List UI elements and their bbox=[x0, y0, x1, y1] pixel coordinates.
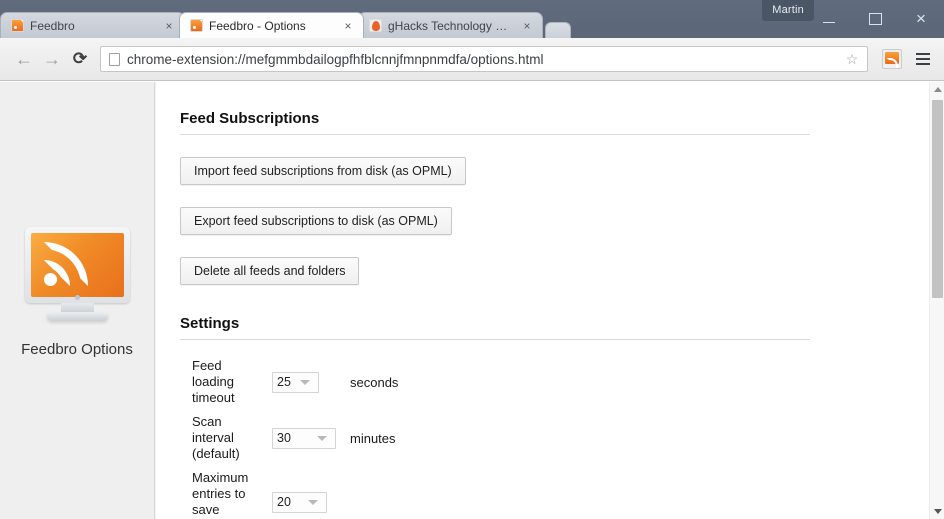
feed-subscriptions-heading: Feed Subscriptions bbox=[180, 110, 810, 135]
minimize-button[interactable] bbox=[806, 0, 852, 38]
back-arrow-icon[interactable]: ← bbox=[10, 45, 38, 73]
tab-ghacks-technology-news[interactable]: gHacks Technology News × bbox=[358, 12, 543, 38]
browser-window: Martin × Feedbro × Feedbro - Options × g… bbox=[0, 0, 944, 519]
tab-title: Feedbro - Options bbox=[209, 18, 306, 33]
settings-heading: Settings bbox=[180, 315, 810, 340]
reload-icon[interactable]: ⟳ bbox=[66, 45, 94, 73]
settings-table: Feed loading timeout 25 seconds Scan int… bbox=[180, 354, 398, 519]
rss-favicon-icon bbox=[190, 19, 203, 32]
setting-unit: minutes bbox=[350, 430, 396, 446]
tab-close-icon[interactable]: × bbox=[520, 19, 534, 33]
options-sidebar: Feedbro Options bbox=[0, 82, 155, 519]
forward-arrow-icon[interactable]: → bbox=[38, 45, 66, 73]
tab-close-icon[interactable]: × bbox=[162, 19, 176, 33]
address-bar[interactable]: chrome-extension://mefgmmbdailogpfhfblcn… bbox=[100, 46, 868, 72]
export-feed-subscriptions-button[interactable]: Export feed subscriptions to disk (as OP… bbox=[180, 207, 452, 235]
tab-title: gHacks Technology News bbox=[388, 18, 512, 33]
setting-unit: seconds bbox=[350, 374, 399, 390]
bookmark-star-icon[interactable]: ☆ bbox=[843, 51, 861, 68]
content-scrollbar[interactable] bbox=[929, 82, 944, 519]
maximize-button[interactable] bbox=[852, 0, 898, 38]
ghacks-favicon-icon bbox=[369, 19, 382, 32]
browser-toolbar: ← → ⟳ chrome-extension://mefgmmbdailogpf… bbox=[0, 38, 944, 81]
scan-interval-select[interactable]: 30 bbox=[272, 427, 336, 449]
import-feed-subscriptions-button[interactable]: Import feed subscriptions from disk (as … bbox=[180, 157, 466, 185]
setting-label: Maximum entries to save (default) bbox=[192, 470, 249, 519]
sidebar-title: Feedbro Options bbox=[21, 341, 133, 358]
setting-row-maximum-entries-to-save: Maximum entries to save (default) 20 bbox=[180, 466, 398, 519]
import-row: Import feed subscriptions from disk (as … bbox=[180, 157, 914, 185]
scroll-up-arrow-icon[interactable] bbox=[930, 82, 944, 97]
tab-strip: Feedbro × Feedbro - Options × gHacks Tec… bbox=[0, 12, 571, 38]
tab-title: Feedbro bbox=[30, 18, 75, 33]
rss-favicon-icon bbox=[11, 19, 24, 32]
setting-row-feed-loading-timeout: Feed loading timeout 25 seconds bbox=[180, 354, 398, 410]
window-controls: × bbox=[806, 0, 944, 38]
options-content: Feed Subscriptions Import feed subscript… bbox=[156, 82, 944, 519]
scrollbar-thumb[interactable] bbox=[932, 100, 943, 298]
setting-row-scan-interval: Scan interval (default) 30 minutes bbox=[180, 410, 398, 466]
feedbro-rss-monitor-logo-icon bbox=[24, 227, 130, 323]
feed-loading-timeout-select[interactable]: 25 bbox=[272, 371, 319, 393]
url-text: chrome-extension://mefgmmbdailogpfhfblcn… bbox=[127, 51, 544, 67]
setting-control: 20 bbox=[272, 466, 344, 519]
new-tab-button[interactable] bbox=[545, 22, 571, 38]
feedbro-extension-icon[interactable] bbox=[882, 49, 902, 69]
document-icon bbox=[109, 52, 120, 66]
delete-all-feeds-button[interactable]: Delete all feeds and folders bbox=[180, 257, 360, 285]
tab-feedbro-options[interactable]: Feedbro - Options × bbox=[179, 12, 364, 38]
page-viewport: Feedbro Options Feed Subscriptions Impor… bbox=[0, 82, 944, 519]
close-button[interactable]: × bbox=[898, 0, 944, 38]
export-row: Export feed subscriptions to disk (as OP… bbox=[180, 207, 914, 235]
setting-control: 25 bbox=[272, 354, 344, 410]
setting-label: Scan interval (default) bbox=[192, 414, 240, 461]
setting-control: 30 bbox=[272, 410, 344, 466]
setting-unit bbox=[344, 466, 398, 519]
tab-close-icon[interactable]: × bbox=[341, 19, 355, 33]
delete-row: Delete all feeds and folders bbox=[180, 257, 914, 285]
tab-feedbro[interactable]: Feedbro × bbox=[0, 12, 185, 38]
setting-label: Feed loading timeout bbox=[192, 358, 235, 405]
hamburger-menu-icon[interactable] bbox=[912, 53, 934, 65]
maximum-entries-to-save-select[interactable]: 20 bbox=[272, 491, 327, 513]
title-bar: Martin × Feedbro × Feedbro - Options × g… bbox=[0, 0, 944, 38]
scroll-down-arrow-icon[interactable] bbox=[930, 504, 944, 519]
